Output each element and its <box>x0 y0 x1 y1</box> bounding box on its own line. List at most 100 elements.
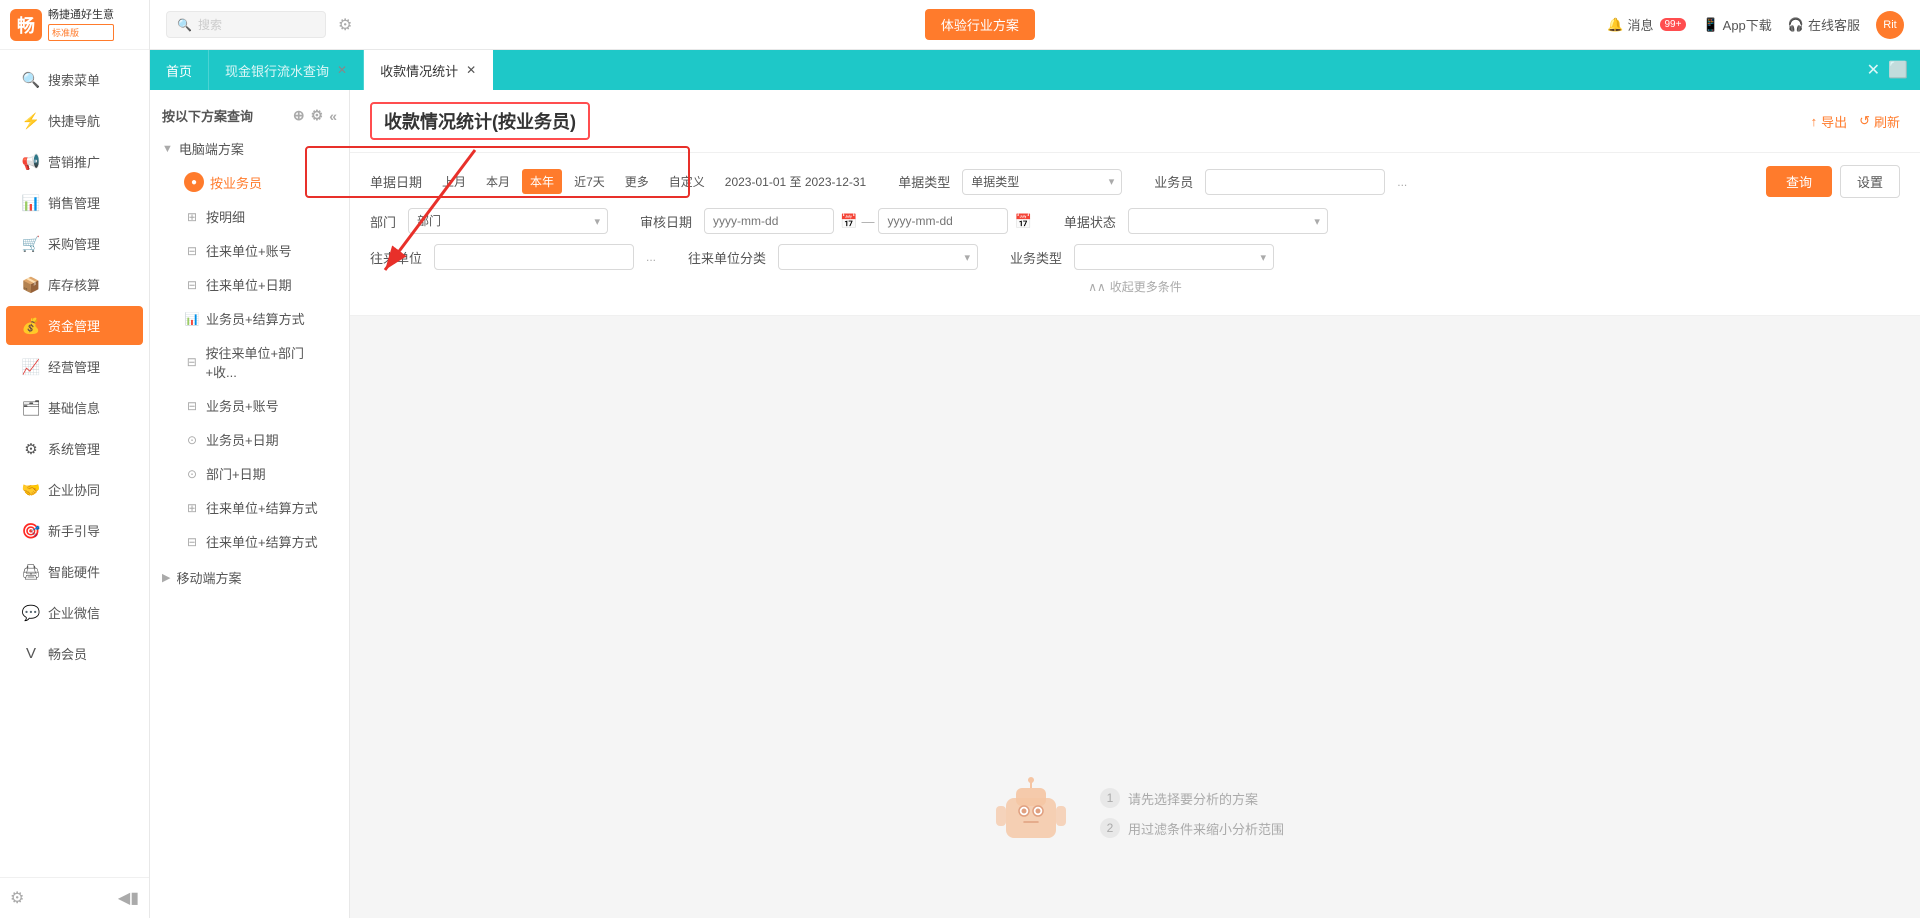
user-avatar[interactable]: Rit <box>1876 11 1904 39</box>
review-date-from[interactable] <box>704 208 834 234</box>
expand-arrow-icon: ▼ <box>162 143 173 155</box>
sidebar-item-basic[interactable]: 🗂 基础信息 <box>6 388 143 427</box>
guide-icon: 🎯 <box>22 522 40 540</box>
export-icon: ↑ <box>1811 114 1818 129</box>
calendar-from-icon: 📅 <box>840 213 857 230</box>
topbar-search-box[interactable]: 🔍 搜索 <box>166 11 326 38</box>
tab-bank-flow[interactable]: 现金银行流水查询 ✕ <box>209 50 364 90</box>
collapse-panel-icon[interactable]: « <box>329 108 337 124</box>
voucher-status-select[interactable] <box>1128 208 1328 234</box>
review-date-to[interactable] <box>878 208 1008 234</box>
sidebar-item-marketing[interactable]: 📢 营销推广 <box>6 142 143 181</box>
config-scheme-icon[interactable]: ⚙ <box>311 107 324 124</box>
finance-icon: 💰 <box>22 317 40 335</box>
tab-close-bank-flow[interactable]: ✕ <box>337 63 347 77</box>
panel-section-desktop-title[interactable]: ▼ 电脑端方案 <box>150 133 349 164</box>
collapse-bar[interactable]: ∧∧ 收起更多条件 <box>370 270 1900 303</box>
partner-account-icon: ⊟ <box>184 243 200 259</box>
sidebar-item-wechat[interactable]: 💬 企业微信 <box>6 593 143 632</box>
sidebar-item-guide[interactable]: 🎯 新手引导 <box>6 511 143 550</box>
date-btn-this-year[interactable]: 本年 <box>522 169 562 194</box>
close-window-btn[interactable]: ✕ <box>1867 60 1880 80</box>
panel-item-partner-settle2[interactable]: ⊟ 往来单位+结算方式 <box>156 525 343 558</box>
inventory-icon: 📦 <box>22 276 40 294</box>
settings-icon[interactable]: ⚙ <box>10 888 24 908</box>
voucher-type-select[interactable]: 单据类型 <box>962 169 1122 195</box>
topbar-left: 🔍 搜索 ⚙ <box>166 11 352 38</box>
sidebar-item-hardware[interactable]: 🖨 智能硬件 <box>6 552 143 591</box>
biz-type-select[interactable] <box>1074 244 1274 270</box>
refresh-btn[interactable]: ↺ 刷新 <box>1859 112 1900 131</box>
step-1-text: 请先选择要分析的方案 <box>1128 789 1258 808</box>
settings-gear-icon[interactable]: ⚙ <box>338 15 352 35</box>
sidebar-item-business[interactable]: 📈 经营管理 <box>6 347 143 386</box>
set-button[interactable]: 设置 <box>1840 165 1900 198</box>
date-range-display: 2023-01-01 至 2023-12-31 <box>725 173 866 190</box>
system-icon: ⚙ <box>22 440 40 458</box>
panel-item-salesperson-account[interactable]: ⊟ 业务员+账号 <box>156 389 343 422</box>
panel-item-partner-dept-recv[interactable]: ⊟ 按往来单位+部门+收... <box>156 336 343 388</box>
sidebar-item-member[interactable]: V 畅会员 <box>6 634 143 673</box>
basic-icon: 🗂 <box>22 399 40 417</box>
panel-item-partner-settle1[interactable]: ⊞ 往来单位+结算方式 <box>156 491 343 524</box>
main-data-area: 1 请先选择要分析的方案 2 用过滤条件来缩小分析范围 <box>350 316 1920 918</box>
panel-item-partner-date[interactable]: ⊟ 往来单位+日期 <box>156 268 343 301</box>
date-btn-more[interactable]: 更多 <box>617 169 657 194</box>
maximize-btn[interactable]: ⬜ <box>1888 60 1908 80</box>
hardware-icon: 🖨 <box>22 563 40 581</box>
salesperson-settle-icon: 📊 <box>184 311 200 327</box>
tab-close-receipt-stats[interactable]: ✕ <box>466 63 476 77</box>
collapse-icon[interactable]: ◀▮ <box>118 888 139 908</box>
unit-input[interactable] <box>434 244 634 270</box>
topbar: 🔍 搜索 ⚙ 体验行业方案 🔔 消息 99+ 📱 App下载 🎧 在线客服 <box>150 0 1920 50</box>
dept-select[interactable]: 部门 <box>408 208 608 234</box>
bell-icon: 🔔 <box>1607 17 1623 33</box>
sidebar-item-system[interactable]: ⚙ 系统管理 <box>6 429 143 468</box>
review-date-group: 📅 — 📅 <box>704 208 1032 234</box>
unit-category-select-wrap <box>778 244 978 270</box>
sidebar-item-quick-nav[interactable]: ⚡ 快捷导航 <box>6 101 143 140</box>
online-service-btn[interactable]: 🎧 在线客服 <box>1788 15 1860 34</box>
tab-receipt-stats[interactable]: 收款情况统计 ✕ <box>364 50 493 90</box>
sidebar: 畅 畅捷通好生意 标准版 🔍 搜索菜单 ⚡ 快捷导航 📢 营销推广 📊 销售管理… <box>0 0 150 918</box>
panel-item-by-detail[interactable]: ⊞ 按明细 <box>156 200 343 233</box>
panel-item-dept-date[interactable]: ⊙ 部门+日期 <box>156 457 343 490</box>
detail-icon: ⊞ <box>184 209 200 225</box>
unit-more-btn[interactable]: ... <box>646 250 656 264</box>
unit-category-select[interactable] <box>778 244 978 270</box>
cta-button[interactable]: 体验行业方案 <box>925 9 1035 40</box>
sidebar-item-search[interactable]: 🔍 搜索菜单 <box>6 60 143 99</box>
salesperson-input[interactable] <box>1205 169 1385 195</box>
app-download-btn[interactable]: 📱 App下载 <box>1702 15 1771 34</box>
sidebar-item-finance[interactable]: 💰 资金管理 <box>6 306 143 345</box>
panel-item-by-salesperson[interactable]: ● 按业务员 <box>156 165 343 199</box>
collapse-arrow-icon: ∧∧ <box>1088 280 1106 294</box>
voucher-type-select-wrap: 单据类型 <box>962 169 1122 195</box>
date-btn-this-month[interactable]: 本月 <box>478 169 518 194</box>
sidebar-item-sales[interactable]: 📊 销售管理 <box>6 183 143 222</box>
query-button[interactable]: 查询 <box>1766 166 1832 197</box>
sidebar-item-inventory[interactable]: 📦 库存核算 <box>6 265 143 304</box>
right-content: 收款情况统计(按业务员) ↑ 导出 ↺ 刷新 单据日期 <box>350 90 1920 918</box>
salesperson-more-btn[interactable]: ... <box>1397 175 1407 189</box>
date-btn-last-month[interactable]: 上月 <box>434 169 474 194</box>
member-icon: V <box>22 645 40 663</box>
panel-section-mobile-title[interactable]: ▶ 移动端方案 <box>150 562 349 593</box>
panel-item-salesperson-settle[interactable]: 📊 业务员+结算方式 <box>156 302 343 335</box>
date-btn-custom[interactable]: 自定义 <box>661 169 713 194</box>
add-scheme-icon[interactable]: ⊕ <box>293 107 305 124</box>
review-date-label: 审核日期 <box>640 212 692 231</box>
sidebar-item-purchase[interactable]: 🛒 采购管理 <box>6 224 143 263</box>
export-btn[interactable]: ↑ 导出 <box>1811 112 1848 131</box>
content-area: 按以下方案查询 ⊕ ⚙ « ▼ 电脑端方案 ● 按业务员 ⊞ <box>150 90 1920 918</box>
sidebar-nav: 🔍 搜索菜单 ⚡ 快捷导航 📢 营销推广 📊 销售管理 🛒 采购管理 📦 库存核… <box>0 50 149 877</box>
tab-home[interactable]: 首页 <box>150 50 209 90</box>
panel-item-partner-account[interactable]: ⊟ 往来单位+账号 <box>156 234 343 267</box>
marketing-icon: 📢 <box>22 153 40 171</box>
biz-type-label: 业务类型 <box>1010 248 1062 267</box>
panel-item-salesperson-date[interactable]: ⊙ 业务员+日期 <box>156 423 343 456</box>
notification-btn[interactable]: 🔔 消息 99+ <box>1607 15 1686 34</box>
business-icon: 📈 <box>22 358 40 376</box>
sidebar-item-corp[interactable]: 🤝 企业协同 <box>6 470 143 509</box>
date-btn-7days[interactable]: 近7天 <box>566 169 613 194</box>
